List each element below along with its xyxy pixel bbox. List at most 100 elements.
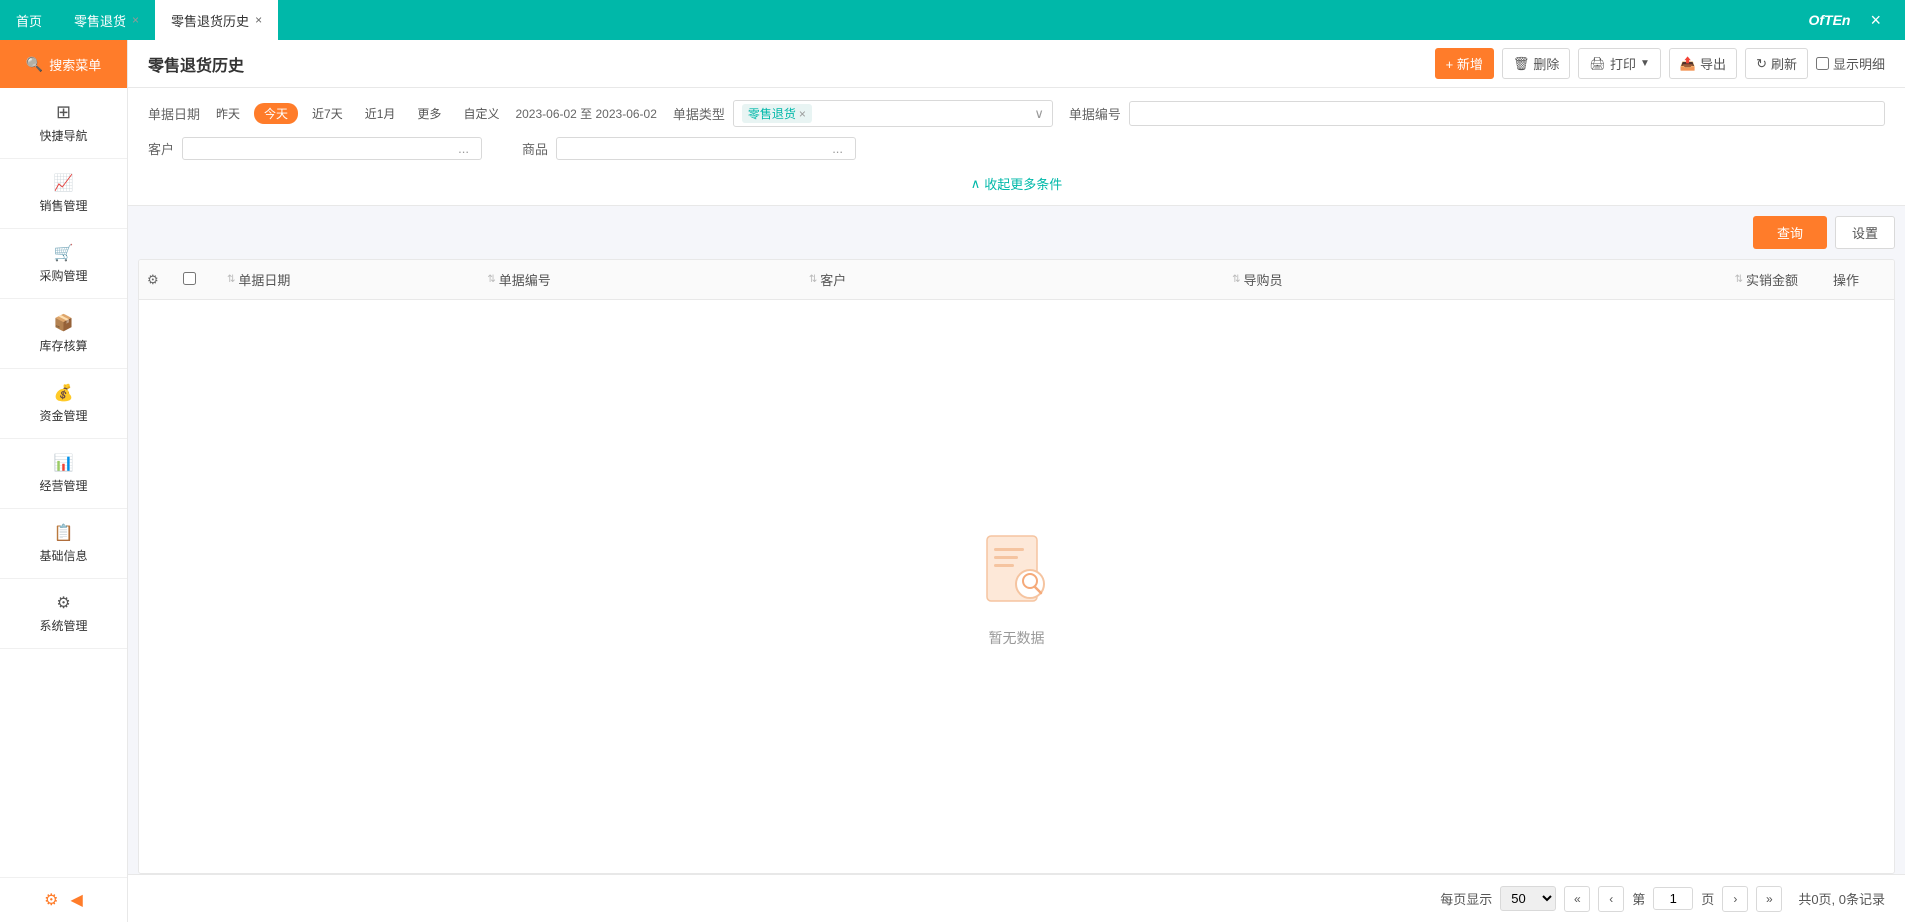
page-number-input[interactable]: [1653, 887, 1693, 910]
settings-button[interactable]: 设置: [1835, 216, 1895, 249]
refresh-button-label: 刷新: [1771, 54, 1797, 73]
col-header-number[interactable]: ⇅ 单据编号: [479, 270, 800, 289]
empty-illustration: [972, 526, 1062, 616]
refresh-button[interactable]: ↻ 刷新: [1745, 48, 1808, 79]
col-amount-label: 实销金额: [1746, 270, 1798, 289]
basic-info-icon: 📋: [54, 523, 74, 543]
col-date-label: 单据日期: [238, 270, 290, 289]
show-detail-checkbox-label[interactable]: 显示明细: [1816, 54, 1885, 73]
sidebar-item-purchase-mgmt[interactable]: 🛒 采购管理: [0, 229, 127, 299]
select-all-checkbox[interactable]: [183, 272, 196, 285]
page-next-button[interactable]: ›: [1722, 886, 1748, 912]
type-tag-remove[interactable]: ×: [799, 107, 806, 121]
date-btn-1month[interactable]: 近1月: [357, 103, 404, 124]
col-header-customer[interactable]: ⇅ 客户: [801, 270, 1224, 289]
col-guide-label: 导购员: [1244, 270, 1283, 289]
col-header-amount[interactable]: ⇅ 实销金额: [1546, 270, 1806, 289]
tab-retail-return[interactable]: 零售退货 ×: [58, 0, 155, 40]
type-tag: 零售退货 ×: [742, 104, 812, 123]
table-header: ⚙ ⇅ 单据日期 ⇅ 单据编号 ⇅ 客户 ⇅: [139, 260, 1894, 300]
sidebar-bottom: ⚙ ◀: [0, 877, 127, 922]
show-detail-checkbox[interactable]: [1816, 57, 1829, 70]
window-close-button[interactable]: ×: [1862, 10, 1889, 31]
new-button-label: + 新增: [1446, 54, 1483, 73]
type-filter-item: 单据类型 零售退货 × ∨: [673, 100, 1053, 127]
topbar-right: OfTEn ×: [1808, 10, 1905, 31]
col-header-date[interactable]: ⇅ 单据日期: [219, 270, 479, 289]
type-select-arrow: ∨: [1034, 106, 1044, 122]
export-button-label: 导出: [1700, 54, 1726, 73]
sidebar-item-sales-mgmt[interactable]: 📈 销售管理: [0, 159, 127, 229]
new-button[interactable]: + 新增: [1435, 48, 1494, 79]
sidebar-item-operations[interactable]: 📊 经营管理: [0, 439, 127, 509]
sidebar-search[interactable]: 🔍 搜索菜单: [0, 40, 127, 88]
sales-mgmt-icon: 📈: [54, 173, 74, 193]
sidebar-item-purchase-label: 采购管理: [39, 267, 87, 284]
customer-dots-btn[interactable]: ...: [454, 141, 473, 156]
page-last-button[interactable]: »: [1756, 886, 1782, 912]
date-range-display: 2023-06-02 至 2023-06-02: [515, 105, 656, 122]
page-title: 零售退货历史: [148, 52, 244, 76]
filter-row-2: 客户 ... 商品 ...: [148, 137, 1885, 160]
date-btn-custom[interactable]: 自定义: [455, 103, 507, 124]
sidebar-settings-icon[interactable]: ⚙: [44, 890, 58, 910]
sidebar-item-basic-info[interactable]: 📋 基础信息: [0, 509, 127, 579]
col-checkbox: [183, 272, 219, 288]
goods-input[interactable]: [565, 141, 828, 156]
empty-state: 暂无数据: [972, 526, 1062, 648]
print-button-label: 打印: [1610, 54, 1636, 73]
tab-retail-return-history[interactable]: 零售退货历史 ×: [155, 0, 278, 40]
print-dropdown-icon: ▼: [1640, 58, 1650, 69]
goods-filter-item: 商品 ...: [522, 137, 856, 160]
col-num-sort-icon: ⇅: [487, 274, 495, 285]
operations-icon: 📊: [54, 453, 74, 473]
table-settings-icon[interactable]: ⚙: [147, 272, 159, 287]
page-prev-button[interactable]: ‹: [1598, 886, 1624, 912]
delete-button[interactable]: 🗑 删除: [1502, 48, 1571, 79]
sidebar-item-quick-nav-label: 快捷导航: [39, 127, 87, 144]
empty-text: 暂无数据: [989, 628, 1045, 648]
date-btn-more[interactable]: 更多: [409, 103, 449, 124]
sidebar-item-finance[interactable]: 💰 资金管理: [0, 369, 127, 439]
collapse-button[interactable]: ∧ 收起更多条件: [971, 174, 1063, 193]
col-date-sort-icon: ⇅: [227, 274, 235, 285]
tab-retail-return-close[interactable]: ×: [132, 13, 139, 27]
type-select[interactable]: 零售退货 × ∨: [733, 100, 1053, 127]
print-button[interactable]: 🖨 打印 ▼: [1578, 48, 1660, 79]
per-page-select[interactable]: 50 10 20 100: [1500, 886, 1556, 911]
col-num-label: 单据编号: [499, 270, 551, 289]
date-btn-yesterday[interactable]: 昨天: [208, 103, 248, 124]
date-btn-today[interactable]: 今天: [254, 103, 298, 124]
customer-input[interactable]: [191, 141, 454, 156]
sidebar-item-quick-nav[interactable]: ⊞ 快捷导航: [0, 88, 127, 159]
tab-home[interactable]: 首页: [0, 0, 58, 40]
print-icon: 🖨: [1589, 56, 1606, 72]
per-page-label: 每页显示: [1440, 889, 1492, 908]
type-tag-label: 零售退货: [748, 105, 796, 122]
number-input[interactable]: [1129, 101, 1885, 126]
col-header-guide[interactable]: ⇅ 导购员: [1224, 270, 1545, 289]
col-guide-sort-icon: ⇅: [1232, 274, 1240, 285]
page-first-icon: «: [1574, 892, 1581, 906]
col-settings: ⚙: [147, 272, 183, 288]
page-actions: + 新增 🗑 删除 🖨 打印 ▼ 📤 导出 ↻ 刷新: [1435, 48, 1885, 79]
sidebar: 🔍 搜索菜单 ⊞ 快捷导航 📈 销售管理 🛒 采购管理 📦 库存核算 💰 资金管…: [0, 40, 128, 922]
tab-retail-return-history-close[interactable]: ×: [255, 13, 262, 27]
tab-retail-return-label: 零售退货: [74, 11, 126, 30]
sidebar-item-inventory[interactable]: 📦 库存核算: [0, 299, 127, 369]
main-layout: 🔍 搜索菜单 ⊞ 快捷导航 📈 销售管理 🛒 采购管理 📦 库存核算 💰 资金管…: [0, 40, 1905, 922]
sidebar-item-system-mgmt[interactable]: ⚙ 系统管理: [0, 579, 127, 649]
export-button[interactable]: 📤 导出: [1669, 48, 1737, 79]
quick-nav-icon: ⊞: [56, 102, 71, 123]
goods-dots-btn[interactable]: ...: [828, 141, 847, 156]
date-filter-label: 单据日期: [148, 104, 200, 123]
sidebar-collapse-icon[interactable]: ◀: [71, 890, 83, 910]
date-btn-7days[interactable]: 近7天: [304, 103, 351, 124]
goods-filter-label: 商品: [522, 139, 548, 158]
tab-retail-return-history-label: 零售退货历史: [171, 11, 249, 30]
table-body: 暂无数据: [139, 300, 1894, 873]
page-first-button[interactable]: «: [1564, 886, 1590, 912]
query-button[interactable]: 查询: [1753, 216, 1827, 249]
sidebar-item-sales-label: 销售管理: [39, 197, 87, 214]
number-filter-item: 单据编号: [1069, 101, 1885, 126]
